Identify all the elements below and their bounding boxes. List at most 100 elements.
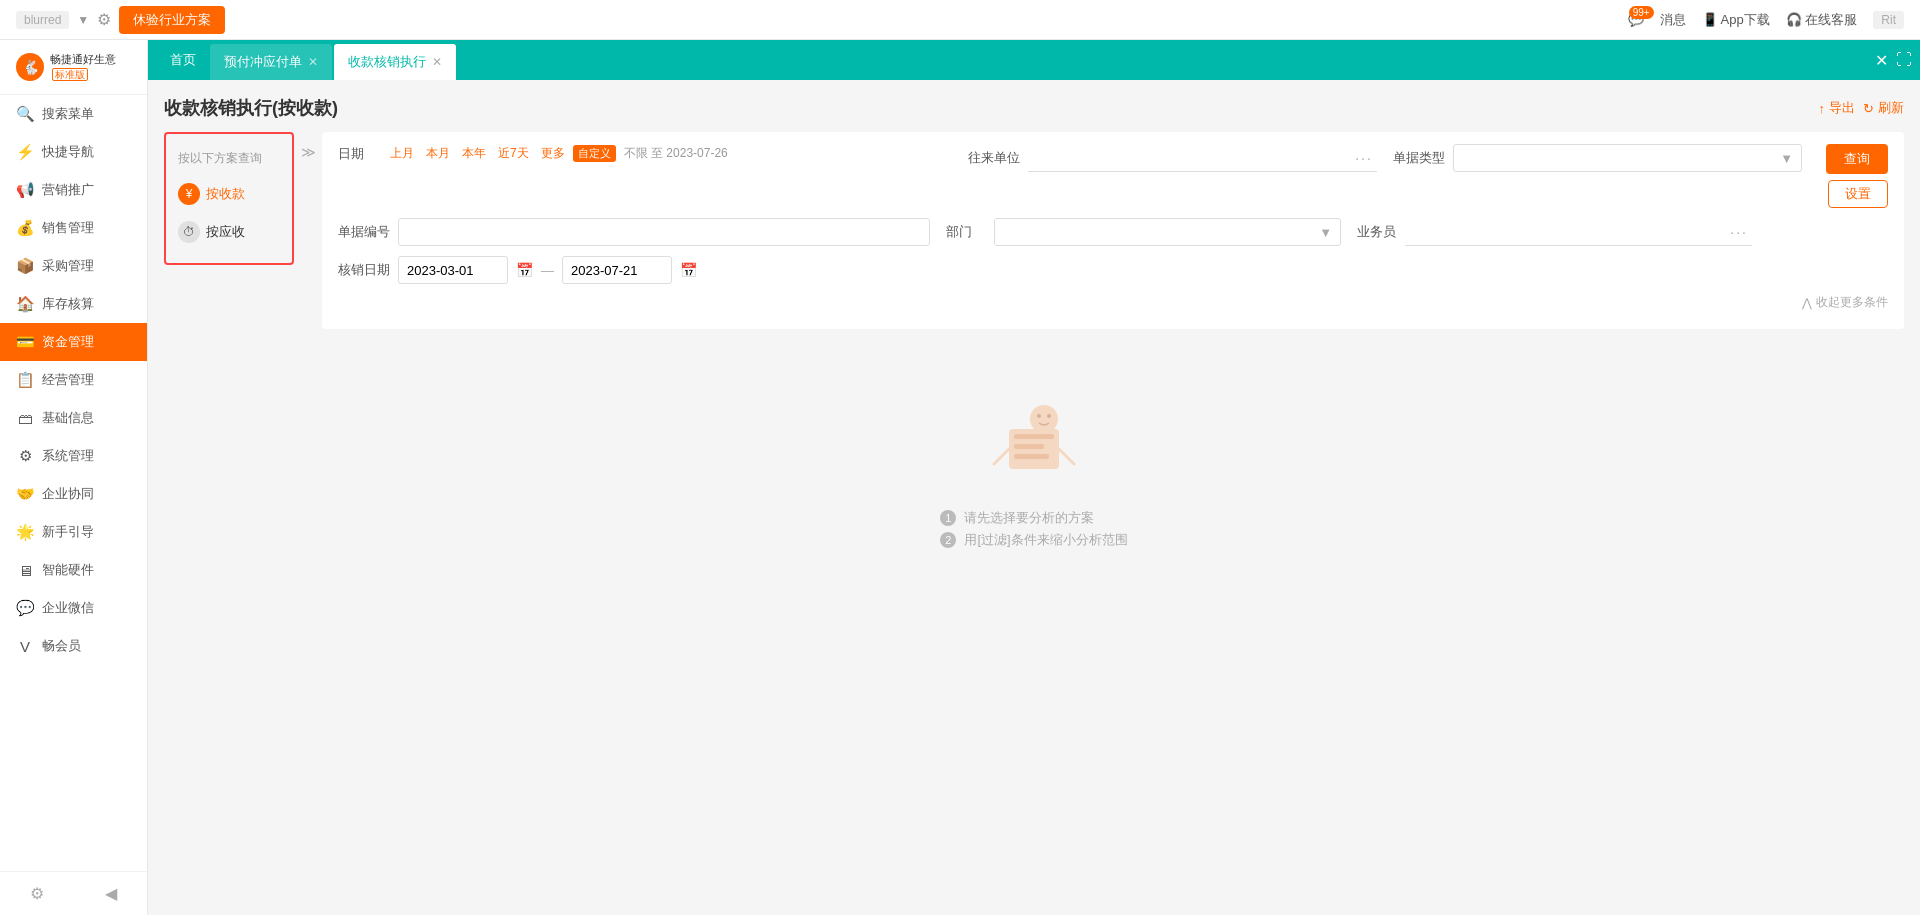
user-avatar[interactable]: Rit [1873, 11, 1904, 29]
counterparty-input[interactable]: ··· [1028, 144, 1377, 172]
tab-home[interactable]: 首页 [156, 40, 210, 80]
header-logo-text: blurred [16, 11, 69, 29]
sidebar-item-guide[interactable]: 🌟 新手引导 [0, 513, 147, 551]
tip-num-2: 2 [940, 532, 956, 548]
bill-type-chevron: ▼ [1780, 151, 1793, 166]
filter-item-by-receivable[interactable]: ⏱ 按应收 [166, 213, 292, 251]
salesperson-input[interactable]: ··· [1405, 218, 1752, 246]
sidebar-item-wechat[interactable]: 💬 企业微信 [0, 589, 147, 627]
verify-date-field: 核销日期 2023-03-01 📅 — 2023-07-21 📅 [338, 256, 697, 284]
sidebar-item-enterprise[interactable]: 🤝 企业协同 [0, 475, 147, 513]
wechat-icon: 💬 [16, 599, 34, 617]
messages-badge: 99+ [1629, 6, 1654, 19]
shortcut-more[interactable]: 更多 [537, 144, 569, 163]
guide-icon: 🌟 [16, 523, 34, 541]
filter-row-3: 核销日期 2023-03-01 📅 — 2023-07-21 📅 [338, 256, 1888, 284]
collapse-sidebar-icon[interactable]: ◀ [97, 880, 125, 907]
date-separator: — [541, 263, 554, 278]
tab-close-payment[interactable]: ✕ [432, 55, 442, 69]
bill-no-field: 单据编号 [338, 218, 930, 246]
tab-payment-verify[interactable]: 收款核销执行 ✕ [334, 44, 456, 80]
header-gear-icon[interactable]: ⚙ [97, 10, 111, 29]
finance-icon: 💳 [16, 333, 34, 351]
empty-state: 1 请先选择要分析的方案 2 用[过滤]条件来缩小分析范围 [164, 329, 1904, 613]
sidebar-item-quick-nav[interactable]: ⚡ 快捷导航 [0, 133, 147, 171]
shortcut-this-year[interactable]: 本年 [458, 144, 490, 163]
dept-field: 部门 ▼ [946, 218, 1341, 246]
tab-prepay[interactable]: 预付冲应付单 ✕ [210, 44, 332, 80]
refresh-button[interactable]: ↻ 刷新 [1863, 99, 1904, 117]
tab-bar: 首页 预付冲应付单 ✕ 收款核销执行 ✕ ✕ ⛶ [148, 40, 1920, 80]
date-range-text: 不限 至 2023-07-26 [624, 145, 728, 162]
date-field: 日期 上月 本月 本年 近7天 更多 自定义 不限 至 2023-07-26 [338, 144, 952, 163]
enterprise-icon: 🤝 [16, 485, 34, 503]
sidebar-item-inventory[interactable]: 🏠 库存核算 [0, 285, 147, 323]
filter-sidebar-title: 按以下方案查询 [166, 146, 292, 175]
sidebar-item-operations[interactable]: 📋 经营管理 [0, 361, 147, 399]
verify-date-end[interactable]: 2023-07-21 [562, 256, 672, 284]
sidebar-item-marketing[interactable]: 📢 营销推广 [0, 171, 147, 209]
sidebar-item-member[interactable]: V 畅会员 [0, 627, 147, 665]
settings-bottom-icon[interactable]: ⚙ [22, 880, 52, 907]
svg-rect-3 [1014, 454, 1049, 459]
counterparty-dots[interactable]: ··· [1355, 150, 1373, 166]
dept-select[interactable]: ▼ [994, 218, 1341, 246]
edition-tag: 标准版 [52, 68, 88, 81]
date-shortcuts: 上月 本月 本年 近7天 更多 自定义 [386, 144, 616, 163]
sidebar-logo: 🐇 畅捷通好生意 标准版 [0, 40, 147, 95]
top-header-right: 💬 99+ 消息 📱 App下载 🎧 在线客服 Rit [1628, 11, 1904, 29]
shortcut-this-month[interactable]: 本月 [422, 144, 454, 163]
online-service-link[interactable]: 🎧 在线客服 [1786, 11, 1858, 29]
filter-item-by-payment[interactable]: ¥ 按收款 [166, 175, 292, 213]
sidebar: 🐇 畅捷通好生意 标准版 🔍 搜索菜单 ⚡ 快捷导航 📢 营销推广 💰 销售管理… [0, 40, 148, 915]
calendar-start-icon[interactable]: 📅 [516, 262, 533, 278]
messages-icon[interactable]: 💬 99+ [1628, 12, 1644, 27]
sidebar-item-hardware[interactable]: 🖥 智能硬件 [0, 551, 147, 589]
svg-point-6 [1047, 414, 1051, 418]
date-label: 日期 [338, 145, 378, 163]
tab-close-prepay[interactable]: ✕ [308, 55, 318, 69]
sidebar-item-search[interactable]: 🔍 搜索菜单 [0, 95, 147, 133]
quick-nav-icon: ⚡ [16, 143, 34, 161]
filter-form: 日期 上月 本月 本年 近7天 更多 自定义 不限 至 2023-07-26 [322, 132, 1904, 329]
basic-info-icon: 🗃 [16, 410, 34, 427]
inventory-icon: 🏠 [16, 295, 34, 313]
sidebar-item-sales[interactable]: 💰 销售管理 [0, 209, 147, 247]
app-download-link[interactable]: 📱 App下载 [1702, 11, 1770, 29]
search-menu-icon: 🔍 [16, 105, 34, 123]
close-window-icon[interactable]: ✕ [1875, 51, 1888, 70]
maximize-window-icon[interactable]: ⛶ [1896, 51, 1912, 69]
filter-collapse-button[interactable]: ≫ [298, 132, 318, 160]
svg-point-4 [1030, 405, 1058, 433]
collapse-more-button[interactable]: ⋀ 收起更多条件 [338, 288, 1888, 317]
shortcut-last-month[interactable]: 上月 [386, 144, 418, 163]
sidebar-item-purchase[interactable]: 📦 采购管理 [0, 247, 147, 285]
sidebar-item-basic-info[interactable]: 🗃 基础信息 [0, 399, 147, 437]
filter-sidebar: 按以下方案查询 ¥ 按收款 ⏱ 按应收 [164, 132, 294, 265]
filter-row-1: 日期 上月 本月 本年 近7天 更多 自定义 不限 至 2023-07-26 [338, 144, 1888, 208]
verify-date-start[interactable]: 2023-03-01 [398, 256, 508, 284]
bill-type-label: 单据类型 [1393, 149, 1445, 167]
sidebar-item-finance[interactable]: 💳 资金管理 [0, 323, 147, 361]
sidebar-item-system[interactable]: ⚙ 系统管理 [0, 437, 147, 475]
header-chevron-icon[interactable]: ▼ [77, 13, 89, 27]
page-title: 收款核销执行(按收款) [164, 96, 338, 120]
receivable-filter-icon: ⏱ [178, 221, 200, 243]
calendar-end-icon[interactable]: 📅 [680, 262, 697, 278]
app-logo-text: 畅捷通好生意 [50, 52, 116, 66]
industry-button[interactable]: 休验行业方案 [119, 6, 225, 34]
bill-no-input[interactable] [398, 218, 930, 246]
settings-button[interactable]: 设置 [1828, 180, 1888, 208]
date-custom-badge[interactable]: 自定义 [573, 145, 616, 162]
salesperson-dots[interactable]: ··· [1730, 224, 1748, 240]
main-layout: 🐇 畅捷通好生意 标准版 🔍 搜索菜单 ⚡ 快捷导航 📢 营销推广 💰 销售管理… [0, 40, 1920, 915]
salesperson-field: 业务员 ··· [1357, 218, 1752, 246]
content-area: 首页 预付冲应付单 ✕ 收款核销执行 ✕ ✕ ⛶ 收款核销执行(按收款) [148, 40, 1920, 915]
bill-type-select[interactable]: ▼ [1453, 144, 1802, 172]
filter-area: 按以下方案查询 ¥ 按收款 ⏱ 按应收 ≫ [164, 132, 1904, 329]
query-button[interactable]: 查询 [1826, 144, 1888, 174]
tip-num-1: 1 [940, 510, 956, 526]
operations-icon: 📋 [16, 371, 34, 389]
shortcut-7days[interactable]: 近7天 [494, 144, 533, 163]
export-button[interactable]: ↑ 导出 [1819, 99, 1856, 117]
